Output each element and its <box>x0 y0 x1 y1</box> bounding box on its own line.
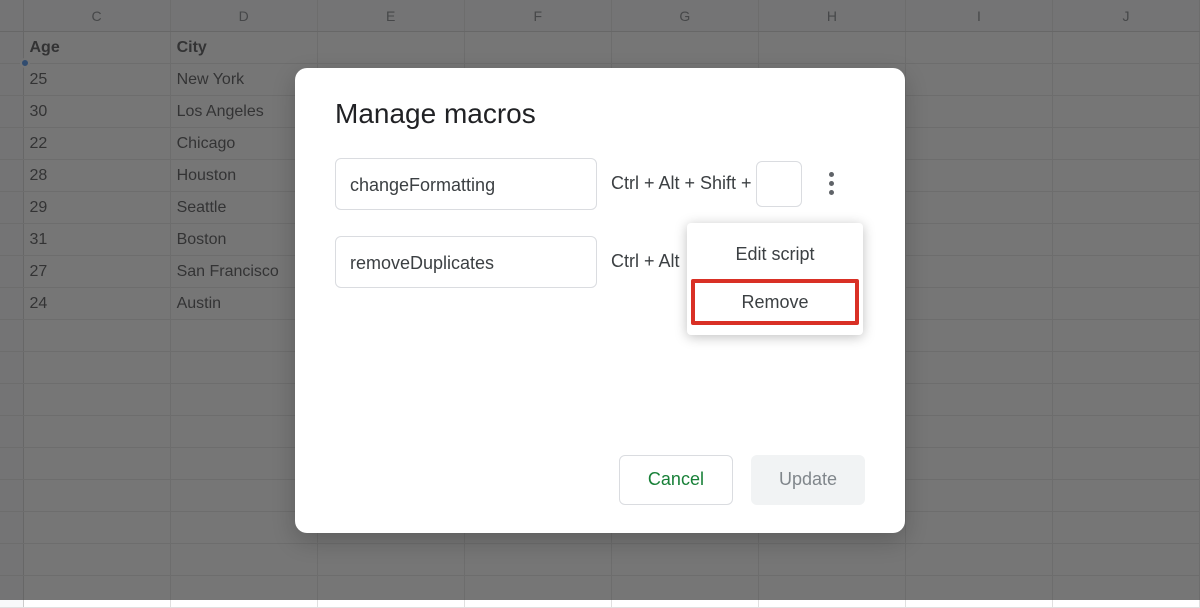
cancel-button[interactable]: Cancel <box>619 455 733 505</box>
shortcut-key-input[interactable] <box>756 161 802 207</box>
macro-name-input[interactable]: changeFormatting <box>335 158 597 210</box>
menu-item-edit-script[interactable]: Edit script <box>687 231 863 277</box>
macro-name-input[interactable]: removeDuplicates <box>335 236 597 288</box>
dialog-actions: Cancel Update <box>619 455 865 505</box>
dots-icon <box>829 181 834 186</box>
dialog-title: Manage macros <box>335 98 865 130</box>
macro-row: changeFormatting Ctrl + Alt + Shift + <box>335 158 865 210</box>
shortcut-label: Ctrl + Alt <box>611 251 680 272</box>
dots-icon <box>829 172 834 177</box>
dots-icon <box>829 190 834 195</box>
more-options-button[interactable] <box>816 168 848 200</box>
shortcut-label: Ctrl + Alt + Shift + <box>611 173 752 194</box>
menu-item-remove[interactable]: Remove <box>691 279 859 325</box>
manage-macros-dialog: Manage macros changeFormatting Ctrl + Al… <box>295 68 905 533</box>
macro-context-menu: Edit script Remove <box>687 223 863 335</box>
modal-overlay: Manage macros changeFormatting Ctrl + Al… <box>0 0 1200 600</box>
update-button[interactable]: Update <box>751 455 865 505</box>
